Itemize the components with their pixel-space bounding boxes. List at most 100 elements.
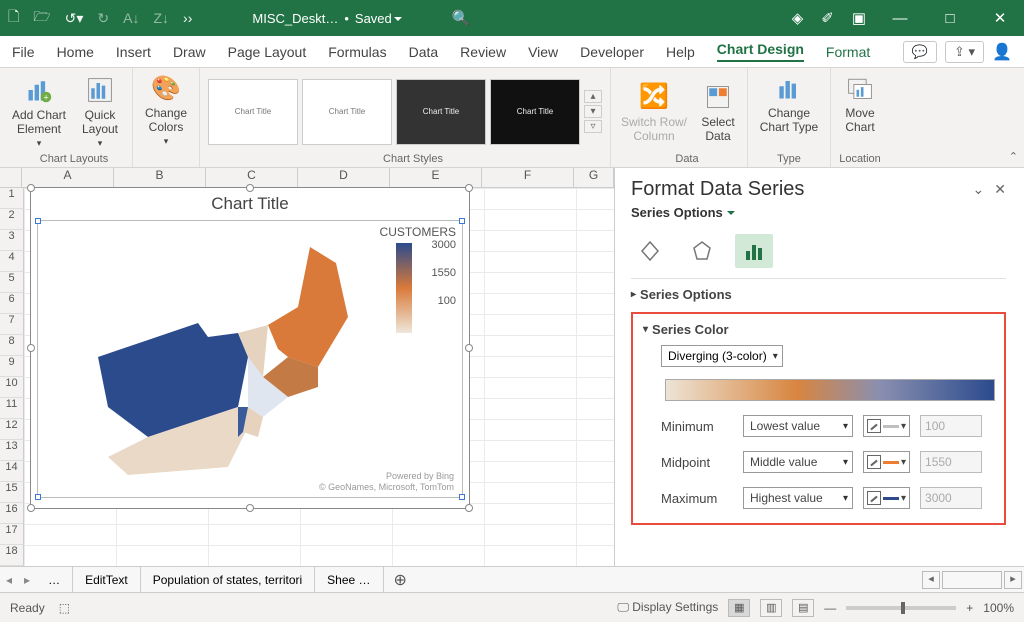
sort-asc-icon[interactable]: A↓ [123, 10, 139, 26]
undo-icon[interactable]: ↺▾ [65, 10, 84, 27]
zoom-level-label[interactable]: 100% [983, 601, 1014, 615]
magic-icon[interactable]: ✐ [821, 9, 834, 27]
minimize-button[interactable]: — [884, 10, 916, 27]
pane-close-icon[interactable]: ✕ [994, 181, 1006, 198]
series-color-section[interactable]: ▾Series Color [643, 322, 994, 337]
row-header[interactable]: 9 [0, 356, 24, 377]
zoom-in-button[interactable]: + [966, 601, 973, 615]
row-header[interactable]: 7 [0, 314, 24, 335]
pane-collapse-icon[interactable]: ⌄ [973, 181, 985, 198]
pane-subtitle[interactable]: Series Options [631, 205, 1006, 220]
change-chart-type-button[interactable]: Change Chart Type [756, 72, 822, 134]
menu-page-layout[interactable]: Page Layout [228, 44, 307, 60]
midpoint-dropdown[interactable]: Middle value [743, 451, 853, 473]
menu-chart-design[interactable]: Chart Design [717, 41, 804, 62]
menu-draw[interactable]: Draw [173, 44, 206, 60]
page-layout-view-button[interactable]: ▥ [760, 599, 782, 617]
row-header[interactable]: 12 [0, 419, 24, 440]
sheet-tab[interactable]: EditText [73, 567, 141, 592]
chart-plot-area[interactable]: CUSTOMERS 3000 1550 100 P [37, 220, 463, 498]
menu-home[interactable]: Home [57, 44, 94, 60]
styles-expand[interactable]: ▿ [584, 120, 602, 133]
zoom-slider[interactable] [846, 606, 956, 610]
select-data-button[interactable]: Select Data [697, 81, 739, 143]
hscroll-right[interactable]: ▸ [1004, 571, 1022, 589]
sort-desc-icon[interactable]: Z↓ [153, 10, 169, 26]
hscroll-left[interactable]: ◂ [922, 571, 940, 589]
chart-style-4[interactable]: Chart Title [490, 79, 580, 145]
maximum-color-dropdown[interactable] [863, 487, 910, 509]
sheet-tab[interactable]: … [36, 567, 73, 592]
row-header[interactable]: 8 [0, 335, 24, 356]
row-header[interactable]: 11 [0, 398, 24, 419]
add-chart-element-button[interactable]: + Add Chart Element▾ [8, 74, 70, 149]
close-button[interactable]: ✕ [984, 9, 1016, 27]
maximum-dropdown[interactable]: Highest value [743, 487, 853, 509]
row-header[interactable]: 18 [0, 545, 24, 566]
series-options-section[interactable]: ▸Series Options [631, 287, 1006, 302]
open-file-icon[interactable]: 🗁 [33, 6, 50, 30]
row-header[interactable]: 4 [0, 251, 24, 272]
row-header[interactable]: 6 [0, 293, 24, 314]
change-colors-button[interactable]: 🎨 Change Colors▾ [141, 72, 191, 147]
tab-nav-prev[interactable]: ◂ [0, 573, 18, 587]
col-header[interactable]: F [482, 168, 574, 187]
page-break-view-button[interactable]: ▤ [792, 599, 814, 617]
col-header[interactable]: G [574, 168, 614, 187]
select-all-corner[interactable] [0, 168, 22, 187]
menu-format[interactable]: Format [826, 44, 870, 60]
chart-style-2[interactable]: Chart Title [302, 79, 392, 145]
menu-formulas[interactable]: Formulas [328, 44, 386, 60]
add-sheet-button[interactable]: ⊕ [384, 570, 417, 590]
zoom-out-button[interactable]: — [824, 601, 836, 615]
new-file-icon[interactable]: 🗋 [8, 6, 19, 30]
menu-developer[interactable]: Developer [580, 44, 644, 60]
chart-title[interactable]: Chart Title [31, 188, 469, 220]
move-chart-button[interactable]: Move Chart [839, 72, 881, 134]
midpoint-color-dropdown[interactable] [863, 451, 910, 473]
chart-object[interactable]: Chart Title [30, 187, 470, 509]
row-header[interactable]: 2 [0, 209, 24, 230]
color-type-dropdown[interactable]: Diverging (3-color) [661, 345, 783, 367]
chart-style-1[interactable]: Chart Title [208, 79, 298, 145]
styles-scroll-up[interactable]: ▴ [584, 90, 602, 103]
menu-help[interactable]: Help [666, 44, 695, 60]
quick-layout-button[interactable]: Quick Layout▾ [76, 74, 124, 149]
fill-tab-icon[interactable] [631, 234, 669, 268]
styles-scroll-down[interactable]: ▾ [584, 105, 602, 118]
redo-icon[interactable]: ↻ [97, 10, 109, 27]
row-header[interactable]: 13 [0, 440, 24, 461]
share-button[interactable]: ⇪ ▾ [945, 41, 984, 63]
series-tab-icon[interactable] [735, 234, 773, 268]
account-icon[interactable]: 👤 [992, 42, 1012, 62]
macro-record-icon[interactable]: ⬚ [59, 601, 70, 615]
overflow-icon[interactable]: ›› [183, 10, 192, 26]
row-header[interactable]: 1 [0, 188, 24, 209]
row-header[interactable]: 5 [0, 272, 24, 293]
menu-view[interactable]: View [528, 44, 558, 60]
menu-insert[interactable]: Insert [116, 44, 151, 60]
row-header[interactable]: 15 [0, 482, 24, 503]
sheet-tab[interactable]: Population of states, territori [141, 567, 315, 592]
display-settings-button[interactable]: 🖵 Display Settings [617, 600, 718, 615]
col-header[interactable]: D [298, 168, 390, 187]
maximize-button[interactable]: □ [934, 10, 966, 27]
ribbon-mode-icon[interactable]: ▣ [852, 9, 866, 27]
row-header[interactable]: 14 [0, 461, 24, 482]
minimum-dropdown[interactable]: Lowest value [743, 415, 853, 437]
effects-tab-icon[interactable] [683, 234, 721, 268]
menu-review[interactable]: Review [460, 44, 506, 60]
row-header[interactable]: 10 [0, 377, 24, 398]
sheet-tab[interactable]: Shee … [315, 567, 383, 592]
menu-data[interactable]: Data [409, 44, 439, 60]
col-header[interactable]: B [114, 168, 206, 187]
tab-nav-next[interactable]: ▸ [18, 573, 36, 587]
minimum-color-dropdown[interactable] [863, 415, 910, 437]
row-header[interactable]: 3 [0, 230, 24, 251]
row-header[interactable]: 17 [0, 524, 24, 545]
chart-style-3[interactable]: Chart Title [396, 79, 486, 145]
save-state-label[interactable]: Saved [355, 11, 402, 26]
collapse-ribbon-icon[interactable]: ⌃ [1009, 150, 1018, 163]
premium-icon[interactable]: ◈ [792, 9, 804, 27]
search-icon[interactable]: 🔍 [452, 9, 471, 27]
